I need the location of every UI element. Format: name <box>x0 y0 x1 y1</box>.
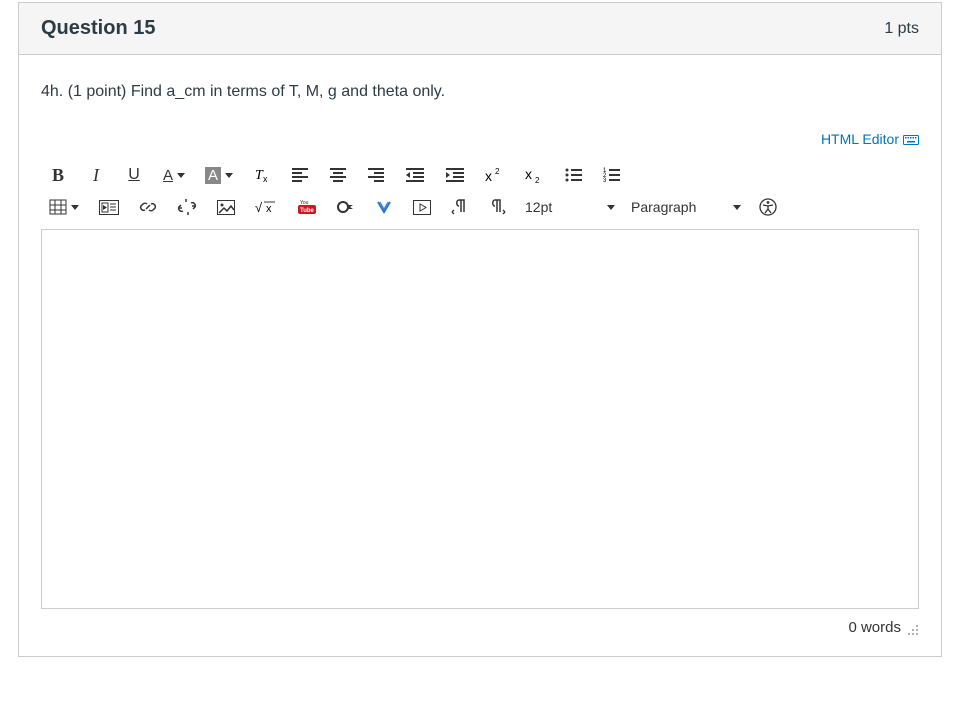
embed-button[interactable] <box>335 195 357 219</box>
svg-text:Tube: Tube <box>300 208 315 214</box>
chevron-down-icon <box>225 173 233 178</box>
play-media-button[interactable] <box>411 195 433 219</box>
media-button[interactable] <box>97 195 121 219</box>
bold-button[interactable]: B <box>47 163 69 187</box>
youtube-button[interactable]: YouTube <box>295 195 319 219</box>
paragraph-value: Paragraph <box>631 199 696 215</box>
question-prompt: 4h. (1 point) Find a_cm in terms of T, M… <box>41 83 919 101</box>
svg-text:x: x <box>263 174 268 184</box>
svg-text:x: x <box>525 167 532 182</box>
font-size-select[interactable]: 12pt <box>525 199 615 215</box>
numbered-list-button[interactable]: 123 <box>601 163 623 187</box>
svg-text:x: x <box>485 168 492 183</box>
question-points: 1 pts <box>884 20 919 38</box>
italic-button[interactable]: I <box>85 163 107 187</box>
keyboard-icon <box>903 133 919 145</box>
superscript-button[interactable]: x2 <box>483 163 507 187</box>
bullet-list-button[interactable] <box>563 163 585 187</box>
image-button[interactable] <box>215 195 237 219</box>
editor-toolbar: B I U A A Tx <box>41 155 919 229</box>
paragraph-select[interactable]: Paragraph <box>631 199 741 215</box>
unlink-button[interactable] <box>175 195 199 219</box>
indent-button[interactable] <box>443 163 467 187</box>
svg-text:2: 2 <box>535 176 540 183</box>
background-color-button[interactable]: A <box>203 163 235 187</box>
editor-link-row: HTML Editor <box>41 131 919 147</box>
rtl-button[interactable] <box>487 195 509 219</box>
align-center-button[interactable] <box>327 163 349 187</box>
align-left-button[interactable] <box>289 163 311 187</box>
chevron-down-icon <box>607 205 615 210</box>
word-count: 0 words <box>848 619 901 636</box>
svg-text:√: √ <box>255 200 263 215</box>
subscript-button[interactable]: x2 <box>523 163 547 187</box>
editor-textarea[interactable] <box>41 229 919 609</box>
toolbar-row-2: √x YouTube <box>41 191 919 223</box>
html-editor-link[interactable]: HTML Editor <box>821 131 919 147</box>
underline-button[interactable]: U <box>123 163 145 187</box>
toolbar-row-1: B I U A A Tx <box>41 159 919 191</box>
ltr-button[interactable] <box>449 195 471 219</box>
accessibility-button[interactable] <box>757 195 779 219</box>
svg-text:2: 2 <box>495 167 500 176</box>
font-size-value: 12pt <box>525 199 552 215</box>
html-editor-label: HTML Editor <box>821 131 899 147</box>
chevron-down-icon <box>177 173 185 178</box>
question-body: 4h. (1 point) Find a_cm in terms of T, M… <box>19 55 941 656</box>
question-title: Question 15 <box>41 17 155 40</box>
clear-formatting-button[interactable]: Tx <box>251 163 273 187</box>
table-button[interactable] <box>47 195 81 219</box>
outdent-button[interactable] <box>403 163 427 187</box>
insert-v-button[interactable] <box>373 195 395 219</box>
equation-button[interactable]: √x <box>253 195 279 219</box>
link-button[interactable] <box>137 195 159 219</box>
chevron-down-icon <box>71 205 79 210</box>
svg-text:x: x <box>266 203 272 215</box>
question-card: Question 15 1 pts 4h. (1 point) Find a_c… <box>18 2 942 657</box>
svg-text:3: 3 <box>603 178 607 183</box>
align-right-button[interactable] <box>365 163 387 187</box>
question-header: Question 15 1 pts <box>19 3 941 55</box>
text-color-button[interactable]: A <box>161 163 187 187</box>
word-count-row: 0 words <box>41 619 919 636</box>
resize-handle-icon[interactable] <box>907 624 919 636</box>
chevron-down-icon <box>733 205 741 210</box>
